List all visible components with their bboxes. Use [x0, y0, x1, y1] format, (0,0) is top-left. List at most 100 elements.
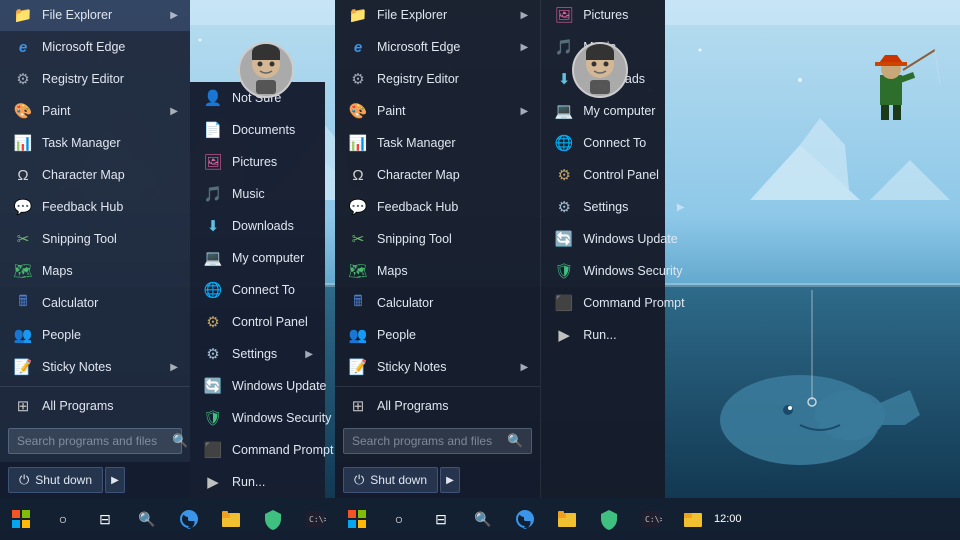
- menu-item[interactable]: e Microsoft Edge: [0, 31, 190, 63]
- menu-item[interactable]: 💬 Feedback Hub: [335, 191, 540, 223]
- menu-item[interactable]: 📁 File Explorer ▶: [0, 0, 190, 31]
- cmd-icon: ⬛: [202, 439, 224, 461]
- pics-label: Pictures: [232, 155, 277, 169]
- menu-item[interactable]: 🖼 Pictures: [541, 0, 696, 31]
- people-label-r: People: [377, 328, 416, 342]
- maps-icon: 🗺: [12, 260, 34, 282]
- feedback-icon-r: 💬: [347, 196, 369, 218]
- menu-item[interactable]: 💬 Feedback Hub: [0, 191, 190, 223]
- menu-item[interactable]: 🛡 Windows Security: [190, 402, 325, 434]
- edge-label: Microsoft Edge: [42, 40, 125, 54]
- menu-item[interactable]: 👥 People: [335, 319, 540, 351]
- menu-item[interactable]: 🗺 Maps: [0, 255, 190, 287]
- right-menu-left-col: ✉ Mail 41 🖼 Photos ▶ 📁 File Explorer ▶ e…: [335, 0, 540, 498]
- search-input-right[interactable]: [352, 434, 507, 448]
- menu-item[interactable]: e Microsoft Edge ▶: [335, 31, 540, 63]
- menu-item[interactable]: 🛡 Windows Security: [541, 255, 696, 287]
- search-taskbar-button-2[interactable]: 🔍: [462, 498, 504, 540]
- menu-item[interactable]: ✂ Snipping Tool: [335, 223, 540, 255]
- separator: [0, 386, 190, 387]
- people-label: People: [42, 328, 81, 342]
- menu-item[interactable]: 🔄 Windows Update: [541, 223, 696, 255]
- task-view-button[interactable]: ⊟: [84, 498, 126, 540]
- menu-item[interactable]: 📊 Task Manager: [0, 127, 190, 159]
- menu-item[interactable]: 📝 Sticky Notes ▶: [335, 351, 540, 383]
- svg-text:C:\>: C:\>: [309, 515, 326, 524]
- snipping-label: Snipping Tool: [42, 232, 117, 246]
- shutdown-arrow-right[interactable]: ▶: [440, 467, 460, 493]
- menu-item[interactable]: 🎨 Paint ▶: [0, 95, 190, 127]
- taskbar-edge-icon-2[interactable]: [504, 498, 546, 540]
- start-button-2[interactable]: [336, 498, 378, 540]
- menu-item[interactable]: 🔄 Windows Update: [190, 370, 325, 402]
- taskbar-cmd-icon-2[interactable]: C:\>: [630, 498, 672, 540]
- shutdown-bar-right: ⏻ Shut down ▶: [335, 462, 540, 498]
- menu-item[interactable]: ▶ Run...: [541, 319, 696, 351]
- taskbar: ○ ⊟ 🔍 C:\>: [0, 498, 960, 540]
- search-icon: 🔍: [507, 433, 523, 449]
- search-taskbar-button[interactable]: 🔍: [126, 498, 168, 540]
- menu-item[interactable]: 📄 Documents: [190, 114, 325, 146]
- menu-item[interactable]: ▶ Run...: [190, 466, 325, 498]
- connect-label: Connect To: [232, 283, 295, 297]
- search-bar-left[interactable]: 🔍: [8, 428, 182, 454]
- menu-item[interactable]: 💻 My computer: [190, 242, 325, 274]
- all-programs-item-r[interactable]: ⊞ All Programs: [335, 390, 540, 422]
- shutdown-button-left[interactable]: ⏻ Shut down: [8, 467, 103, 493]
- avatar-right: [572, 42, 628, 101]
- security-label: Windows Security: [232, 411, 331, 425]
- menu-item[interactable]: Ω Character Map: [0, 159, 190, 191]
- control-label: Control Panel: [232, 315, 308, 329]
- control-label-r: Control Panel: [583, 168, 659, 182]
- taskbar-security-icon[interactable]: [252, 498, 294, 540]
- menu-item[interactable]: 📁 File Explorer ▶: [335, 0, 540, 31]
- shutdown-button-right[interactable]: ⏻ Shut down: [343, 467, 438, 493]
- menu-item[interactable]: ⚙ Registry Editor: [0, 63, 190, 95]
- menu-item[interactable]: 🗺 Maps: [335, 255, 540, 287]
- menu-item[interactable]: ⚙ Control Panel: [190, 306, 325, 338]
- search-input-left[interactable]: [17, 434, 172, 448]
- taskbar-explorer-icon[interactable]: [210, 498, 252, 540]
- explorer-icon: 📁: [12, 4, 34, 26]
- calc-icon-r: 🖩: [347, 292, 369, 314]
- task-icon-r: 📊: [347, 132, 369, 154]
- search-bar-right[interactable]: 🔍: [343, 428, 532, 454]
- menu-item[interactable]: 🖼 Pictures: [190, 146, 325, 178]
- cortana-button-2[interactable]: ○: [378, 498, 420, 540]
- task-label-r: Task Manager: [377, 136, 456, 150]
- menu-item[interactable]: ⚙ Settings ▶: [190, 338, 325, 370]
- taskbar-explorer-icon-2[interactable]: [546, 498, 588, 540]
- task-view-button-2[interactable]: ⊟: [420, 498, 462, 540]
- menu-item[interactable]: Ω Character Map: [335, 159, 540, 191]
- taskbar-folder-icon[interactable]: [672, 498, 714, 540]
- menu-item[interactable]: ⚙ Control Panel: [541, 159, 696, 191]
- shutdown-arrow-left[interactable]: ▶: [105, 467, 125, 493]
- winupdate-label: Windows Update: [232, 379, 327, 393]
- menu-item[interactable]: 🌐 Connect To: [541, 127, 696, 159]
- menu-item[interactable]: ⬛ Command Prompt: [190, 434, 325, 466]
- menu-item[interactable]: 👥 People: [0, 319, 190, 351]
- feedback-icon: 💬: [12, 196, 34, 218]
- menu-item[interactable]: 🎨 Paint ▶: [335, 95, 540, 127]
- menu-item[interactable]: 📝 Sticky Notes ▶: [0, 351, 190, 383]
- menu-item[interactable]: ⚙ Settings ▶: [541, 191, 696, 223]
- menu-item[interactable]: ⚙ Registry Editor: [335, 63, 540, 95]
- snipping-icon-r: ✂: [347, 228, 369, 250]
- menu-item[interactable]: ⬇ Downloads: [190, 210, 325, 242]
- menu-item[interactable]: 🖩 Calculator: [0, 287, 190, 319]
- task-label: Task Manager: [42, 136, 121, 150]
- taskbar-edge-icon[interactable]: [168, 498, 210, 540]
- menu-item[interactable]: ✂ Snipping Tool: [0, 223, 190, 255]
- menu-item[interactable]: 🎵 Music: [190, 178, 325, 210]
- maps-label-r: Maps: [377, 264, 408, 278]
- calc-label-r: Calculator: [377, 296, 433, 310]
- taskbar-cmd-icon[interactable]: C:\>: [294, 498, 336, 540]
- menu-item[interactable]: ⬛ Command Prompt: [541, 287, 696, 319]
- all-programs-item[interactable]: ⊞ All Programs: [0, 390, 190, 422]
- menu-item[interactable]: 🖩 Calculator: [335, 287, 540, 319]
- cortana-button[interactable]: ○: [42, 498, 84, 540]
- menu-item[interactable]: 📊 Task Manager: [335, 127, 540, 159]
- menu-item[interactable]: 🌐 Connect To: [190, 274, 325, 306]
- taskbar-security-icon-2[interactable]: [588, 498, 630, 540]
- start-button[interactable]: [0, 498, 42, 540]
